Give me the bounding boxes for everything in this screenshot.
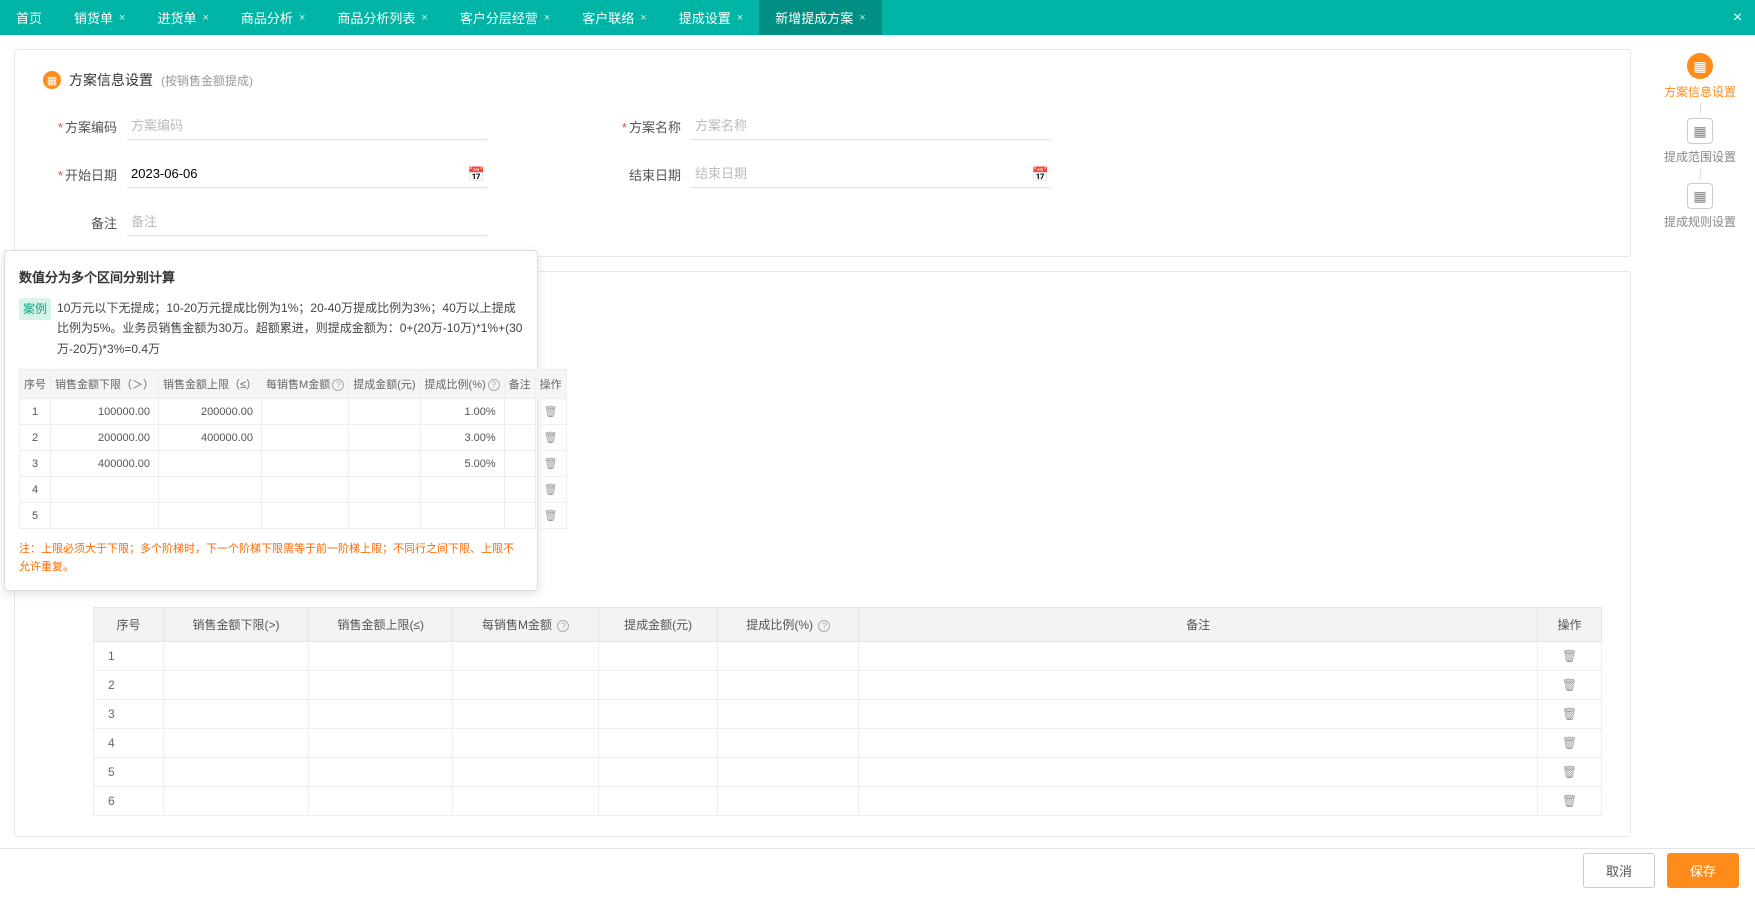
trash-icon[interactable]: 🗑: [1562, 736, 1577, 750]
table-row: 5🗑: [20, 503, 567, 529]
tab-product-analysis[interactable]: 商品分析×: [225, 0, 321, 35]
tab-sales-order[interactable]: 销货单×: [58, 0, 141, 35]
col-lower: 销售金额下限(>): [164, 608, 309, 642]
col-ratio: 提成比例(%) ?: [718, 608, 859, 642]
tab-customer-tier[interactable]: 客户分层经营×: [444, 0, 566, 35]
trash-icon[interactable]: 🗑: [544, 484, 558, 496]
tab-commission-settings[interactable]: 提成设置×: [663, 0, 759, 35]
close-icon[interactable]: ×: [119, 12, 125, 24]
help-icon: ?: [332, 379, 344, 391]
trash-icon[interactable]: 🗑: [1562, 765, 1577, 779]
commission-table: 序号 销售金额下限(>) 销售金额上限(≤) 每销售M金额 ? 提成金额(元) …: [93, 607, 1602, 816]
form-icon: ▦: [1687, 183, 1713, 209]
tab-product-analysis-list[interactable]: 商品分析列表×: [321, 0, 443, 35]
name-input[interactable]: [691, 112, 1051, 140]
table-row[interactable]: 6🗑: [94, 787, 1602, 816]
tooltip-example: 案例 10万元以下无提成；10-20万元提成比例为1%；20-40万提成比例为3…: [19, 298, 523, 359]
close-icon[interactable]: ×: [737, 12, 743, 24]
save-button[interactable]: 保存: [1667, 853, 1739, 888]
col-upper: 销售金额上限(≤): [309, 608, 453, 642]
tabbar-close-button[interactable]: ×: [1720, 0, 1755, 35]
table-row: 2200000.00400000.003.00%🗑: [20, 425, 567, 451]
end-date-input[interactable]: [691, 160, 1051, 188]
close-icon[interactable]: ×: [859, 12, 865, 24]
tab-customer-contact[interactable]: 客户联络×: [566, 0, 662, 35]
footer-bar: 取消 保存: [0, 848, 1755, 892]
close-icon[interactable]: ×: [544, 12, 550, 24]
trash-icon[interactable]: 🗑: [1562, 649, 1577, 663]
panel-icon: ▦: [43, 71, 61, 89]
panel-subtitle: (按销售金额提成): [161, 72, 253, 89]
example-tag: 案例: [19, 298, 51, 320]
plan-info-panel: ▦ 方案信息设置 (按销售金额提成) *方案编码 *方案名称 *开始日期: [14, 49, 1631, 257]
help-tooltip: 数值分为多个区间分别计算 案例 10万元以下无提成；10-20万元提成比例为1%…: [4, 250, 538, 591]
code-label: *方案编码: [43, 117, 127, 136]
col-remark: 备注: [859, 608, 1538, 642]
trash-icon[interactable]: 🗑: [1562, 707, 1577, 721]
col-op: 操作: [1538, 608, 1602, 642]
trash-icon[interactable]: 🗑: [544, 510, 558, 522]
trash-icon[interactable]: 🗑: [1562, 678, 1577, 692]
form-icon: ▦: [1687, 53, 1713, 79]
close-icon[interactable]: ×: [640, 12, 646, 24]
trash-icon[interactable]: 🗑: [1562, 794, 1577, 808]
tooltip-table: 序号 销售金额下限（＞） 销售金额上限（≤） 每销售M金额? 提成金额(元) 提…: [19, 369, 567, 529]
help-icon: ?: [488, 379, 500, 391]
tab-bar: 首页 销货单× 进货单× 商品分析× 商品分析列表× 客户分层经营× 客户联络×…: [0, 0, 1755, 35]
tab-new-commission-plan[interactable]: 新增提成方案×: [759, 0, 881, 35]
remark-label: 备注: [43, 213, 127, 232]
table-row: 3400000.005.00%🗑: [20, 451, 567, 477]
table-row[interactable]: 4🗑: [94, 729, 1602, 758]
start-date-label: *开始日期: [43, 165, 127, 184]
table-row: 4🗑: [20, 477, 567, 503]
panel-title: 方案信息设置: [69, 70, 153, 90]
help-icon[interactable]: ?: [818, 620, 830, 632]
help-icon[interactable]: ?: [557, 620, 569, 632]
code-input[interactable]: [127, 112, 487, 140]
tab-home[interactable]: 首页: [0, 0, 58, 35]
tooltip-note: 注：上限必须大于下限；多个阶梯时，下一个阶梯下限需等于前一阶梯上限；不同行之间下…: [19, 541, 523, 576]
cancel-button[interactable]: 取消: [1583, 853, 1655, 888]
table-row: 1100000.00200000.001.00%🗑: [20, 399, 567, 425]
remark-input[interactable]: [127, 208, 487, 236]
col-amount: 提成金额(元): [598, 608, 717, 642]
trash-icon[interactable]: 🗑: [544, 458, 558, 470]
table-row[interactable]: 1🗑: [94, 642, 1602, 671]
name-label: *方案名称: [607, 117, 691, 136]
trash-icon[interactable]: 🗑: [544, 432, 558, 444]
table-row[interactable]: 2🗑: [94, 671, 1602, 700]
end-date-label: 结束日期: [607, 165, 691, 184]
start-date-input[interactable]: [127, 160, 487, 188]
table-row[interactable]: 5🗑: [94, 758, 1602, 787]
tooltip-title: 数值分为多个区间分别计算: [19, 267, 523, 286]
close-icon[interactable]: ×: [299, 12, 305, 24]
col-per-m: 每销售M金额 ?: [453, 608, 598, 642]
close-icon[interactable]: ×: [421, 12, 427, 24]
trash-icon[interactable]: 🗑: [544, 406, 558, 418]
sidenav-plan-info[interactable]: ▦ 方案信息设置: [1664, 53, 1736, 100]
table-row[interactable]: 3🗑: [94, 700, 1602, 729]
side-nav: ▦ 方案信息设置 ▦ 提成范围设置 ▦ 提成规则设置: [1645, 35, 1755, 851]
tab-purchase-order[interactable]: 进货单×: [141, 0, 224, 35]
sidenav-rules[interactable]: ▦ 提成规则设置: [1664, 183, 1736, 230]
form-icon: ▦: [1687, 118, 1713, 144]
sidenav-scope[interactable]: ▦ 提成范围设置: [1664, 118, 1736, 165]
close-icon[interactable]: ×: [202, 12, 208, 24]
col-seq: 序号: [94, 608, 164, 642]
